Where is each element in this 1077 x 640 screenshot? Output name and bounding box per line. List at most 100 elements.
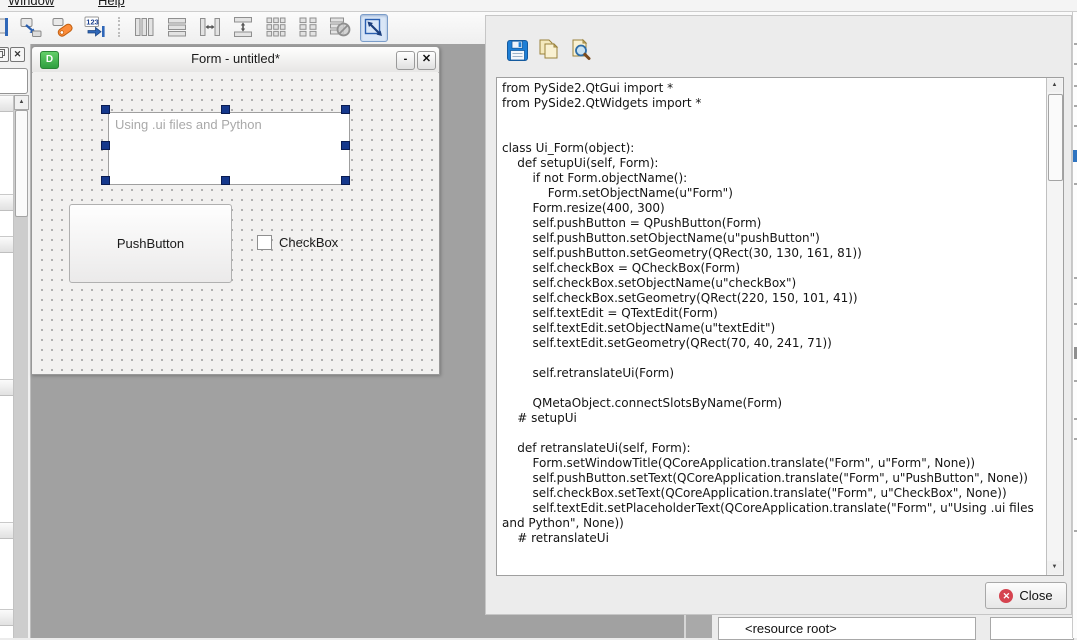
edit-widgets-partial-icon[interactable] [0, 14, 13, 40]
layout-horizontal-icon[interactable] [131, 14, 157, 40]
code-line: from PySide2.QtGui import * [502, 81, 1047, 96]
selection-handle[interactable] [101, 105, 110, 114]
code-line: self.retranslateUi(Form) [502, 366, 1047, 381]
code-line: self.pushButton.setGeometry(QRect(30, 13… [502, 246, 1047, 261]
code-line [502, 381, 1047, 396]
code-line: QMetaObject.connectSlotsByName(Form) [502, 396, 1047, 411]
code-line: self.checkBox.setGeometry(QRect(220, 150… [502, 291, 1047, 306]
close-button-label: Close [1019, 588, 1052, 603]
code-line: self.pushButton.setText(QCoreApplication… [502, 471, 1047, 486]
code-line: if not Form.objectName(): [502, 171, 1047, 186]
edit-signals-slots-icon[interactable] [18, 14, 44, 40]
code-line [502, 126, 1047, 141]
widget-category-bar[interactable] [0, 522, 13, 539]
code-line: self.pushButton = QPushButton(Form) [502, 216, 1047, 231]
textedit-widget[interactable]: Using .ui files and Python [108, 112, 350, 185]
code-line: self.textEdit.setGeometry(QRect(70, 40, … [502, 336, 1047, 351]
save-icon[interactable] [504, 37, 530, 63]
form-window-titlebar[interactable]: D Form - untitled* - ✕ [32, 47, 439, 73]
selection-handle[interactable] [101, 176, 110, 185]
code-line: Form.setObjectName(u"Form") [502, 186, 1047, 201]
selection-handle[interactable] [101, 141, 110, 150]
code-line: self.textEdit = QTextEdit(Form) [502, 306, 1047, 321]
adjust-size-icon[interactable] [360, 14, 388, 42]
svg-text:123: 123 [86, 18, 99, 27]
code-line: self.textEdit.setObjectName(u"textEdit") [502, 321, 1047, 336]
selection-handle[interactable] [341, 105, 350, 114]
widget-category-bar[interactable] [0, 379, 13, 396]
code-line: # retranslateUi [502, 531, 1047, 546]
code-line [502, 351, 1047, 366]
pushbutton-widget[interactable]: PushButton [69, 204, 232, 283]
break-layout-icon[interactable] [327, 14, 353, 40]
layout-vertical-icon[interactable] [164, 14, 190, 40]
code-line: self.checkBox.setObjectName(u"checkBox") [502, 276, 1047, 291]
code-line: and Python", None)) [502, 516, 1047, 531]
scroll-down-icon[interactable]: ▼ [1047, 561, 1062, 574]
form-editor-window: D Form - untitled* - ✕ Using .ui files a… [31, 46, 440, 375]
widget-box-tree[interactable] [0, 95, 13, 638]
code-scrollbar[interactable]: ▲ ▼ [1046, 78, 1063, 575]
widget-category-bar[interactable] [0, 95, 13, 112]
checkbox-widget[interactable]: CheckBox [257, 234, 338, 250]
code-line: Form.resize(400, 300) [502, 201, 1047, 216]
form-window-title: Form - untitled* [32, 51, 439, 66]
selection-handle[interactable] [221, 176, 230, 185]
scroll-up-icon[interactable]: ▲ [1047, 79, 1062, 92]
textedit-placeholder: Using .ui files and Python [115, 117, 262, 132]
menu-bar: Window Help [0, 0, 1077, 12]
code-line: self.checkBox = QCheckBox(Form) [502, 261, 1047, 276]
scroll-up-icon[interactable]: ▲ [14, 95, 29, 110]
code-line: self.pushButton.setObjectName(u"pushButt… [502, 231, 1047, 246]
menu-item-help[interactable]: Help [98, 0, 125, 8]
widget-box-dock: ✕ ▲ [0, 44, 31, 638]
code-line: def retranslateUi(self, Form): [502, 441, 1047, 456]
menu-item-window[interactable]: Window [8, 0, 54, 8]
generated-code-view[interactable]: from PySide2.QtGui import *from PySide2.… [496, 77, 1064, 576]
layout-vertical-splitter-icon[interactable] [230, 14, 256, 40]
code-line: self.checkBox.setText(QCoreApplication.t… [502, 486, 1047, 501]
code-line: from PySide2.QtWidgets import * [502, 96, 1047, 111]
code-text: from PySide2.QtGui import *from PySide2.… [497, 78, 1047, 546]
copy-icon[interactable] [536, 37, 562, 63]
widget-category-bar[interactable] [0, 236, 13, 253]
resource-root-label: <resource root> [745, 621, 837, 636]
code-line [502, 426, 1047, 441]
close-circle-icon: ✕ [999, 589, 1013, 603]
layout-form-icon[interactable] [295, 14, 321, 40]
code-line: # setupUi [502, 411, 1047, 426]
toolbar-separator [118, 17, 122, 37]
widget-box-search-input[interactable] [0, 68, 28, 94]
code-line [502, 111, 1047, 126]
minimize-button[interactable]: - [396, 51, 415, 70]
screen-edge-panel [1072, 12, 1077, 638]
selection-handle[interactable] [341, 141, 350, 150]
form-canvas[interactable]: Using .ui files and Python PushButton Ch… [33, 72, 438, 373]
edit-buddies-icon[interactable] [50, 14, 76, 40]
checkbox-box[interactable] [257, 235, 272, 250]
widget-category-bar[interactable] [0, 609, 13, 626]
resource-root-item[interactable]: <resource root> [718, 617, 976, 640]
scrollbar-thumb[interactable] [1048, 94, 1063, 181]
widget-category-bar[interactable] [0, 194, 13, 211]
code-line: Form.setWindowTitle(QCoreApplication.tra… [502, 456, 1047, 471]
edge-selected-row [1073, 150, 1077, 162]
scrollbar-thumb[interactable] [15, 110, 28, 217]
widget-box-scrollbar[interactable]: ▲ [13, 95, 28, 638]
code-preview-dialog: from PySide2.QtGui import *from PySide2.… [485, 15, 1072, 615]
find-icon[interactable] [568, 37, 594, 63]
close-button[interactable]: ✕ [417, 51, 436, 70]
close-dialog-button[interactable]: ✕ Close [985, 582, 1067, 609]
selection-handle[interactable] [341, 176, 350, 185]
selection-handle[interactable] [221, 105, 230, 114]
layout-grid-icon[interactable] [263, 14, 289, 40]
code-line: self.textEdit.setPlaceholderText(QCoreAp… [502, 501, 1047, 516]
layout-horizontal-splitter-icon[interactable] [197, 14, 223, 40]
edit-tab-order-icon[interactable]: 123 [82, 14, 108, 40]
dock-float-icon[interactable] [0, 47, 9, 62]
checkbox-label: CheckBox [279, 235, 338, 250]
resource-preview-pane[interactable] [990, 617, 1074, 640]
code-line: class Ui_Form(object): [502, 141, 1047, 156]
dock-close-icon[interactable]: ✕ [10, 47, 25, 62]
code-line: def setupUi(self, Form): [502, 156, 1047, 171]
